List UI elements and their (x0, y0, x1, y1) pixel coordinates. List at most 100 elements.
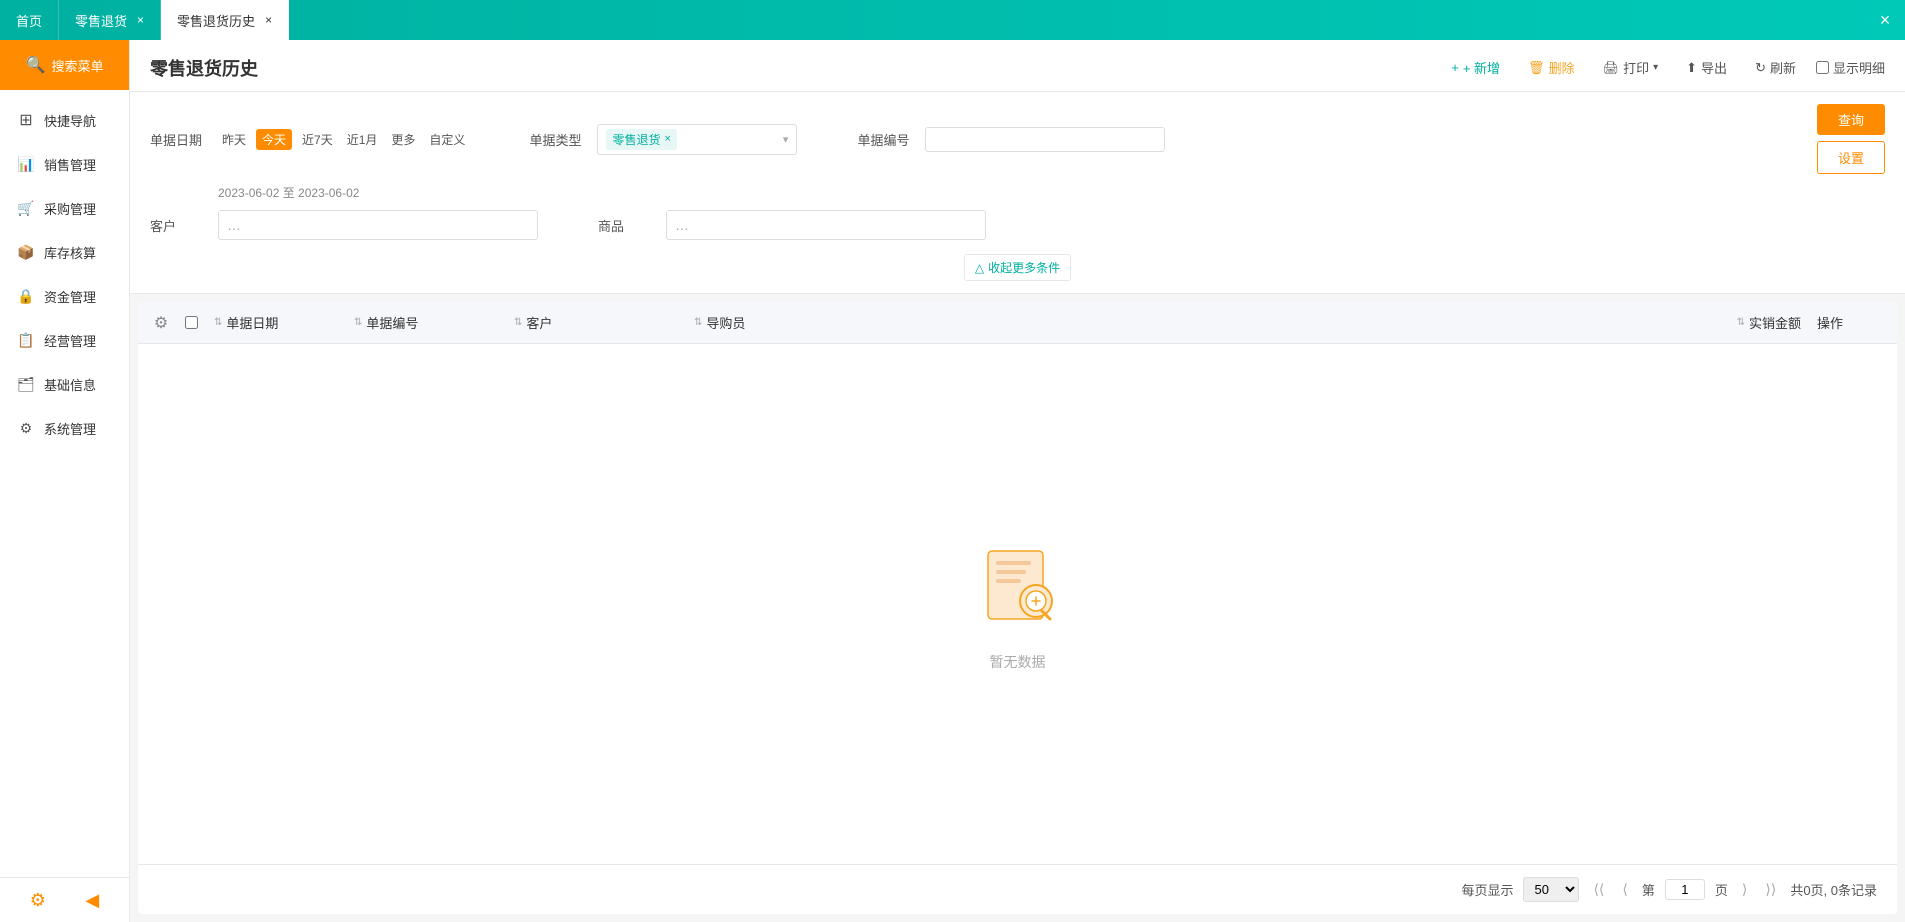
sidebar-item-quick-nav[interactable]: ⊞ 快捷导航 (0, 98, 129, 142)
print-icon: 🖨 (1603, 60, 1620, 76)
th-billno[interactable]: ⇅ 单据编号 (346, 313, 506, 332)
select-all-checkbox[interactable] (185, 316, 198, 329)
sidebar-item-sales-mgmt[interactable]: 📊 销售管理 (0, 142, 129, 186)
table-select-all[interactable] (176, 316, 206, 329)
page-header: 零售退货历史 + + 新增 🗑 删除 🖨 打印 ▾ ⬆ 导出 (130, 40, 1905, 92)
page-prev-button[interactable]: ⟨ (1618, 879, 1631, 900)
page-title: 零售退货历史 (150, 55, 258, 81)
sidebar-search-label: 搜索菜单 (51, 56, 103, 75)
tab-retail-return-history-label: 零售退货历史 (177, 11, 255, 30)
filter-row-1: 单据日期 昨天 今天 近7天 近1月 更多 自定义 单据类型 (150, 104, 1885, 174)
bill-type-tag: 零售退货 × (606, 129, 676, 150)
content-area: 零售退货历史 + + 新增 🗑 删除 🖨 打印 ▾ ⬆ 导出 (130, 40, 1905, 922)
delete-button[interactable]: 🗑 删除 (1520, 54, 1583, 81)
date-shortcut-1month[interactable]: 近1月 (343, 129, 382, 150)
collapse-label: 收起更多条件 (988, 259, 1060, 276)
date-shortcut-today[interactable]: 今天 (256, 129, 292, 150)
sidebar-menu: ⊞ 快捷导航 📊 销售管理 🛒 采购管理 📦 库存核算 🔒 资金管理 📋 (0, 90, 129, 877)
new-button[interactable]: + + 新增 (1443, 54, 1508, 81)
sidebar-item-system-mgmt[interactable]: ⚙ 系统管理 (0, 406, 129, 450)
date-shortcuts: 昨天 今天 近7天 近1月 更多 自定义 (218, 129, 469, 150)
sort-amount-icon: ⇅ (1737, 317, 1745, 328)
bill-no-label: 单据编号 (857, 130, 917, 149)
print-label: 打印 (1623, 58, 1649, 77)
date-shortcut-yesterday[interactable]: 昨天 (218, 129, 250, 150)
th-customer[interactable]: ⇅ 客户 (506, 313, 686, 332)
print-dropdown-icon: ▾ (1653, 62, 1658, 73)
goods-label: 商品 (598, 216, 658, 235)
window-close-button[interactable]: × (1865, 0, 1905, 40)
th-date[interactable]: ⇅ 单据日期 (206, 313, 346, 332)
date-filter-label: 单据日期 (150, 130, 210, 149)
tab-retail-return[interactable]: 零售退货 × (59, 0, 161, 40)
show-detail-label-text: 显示明细 (1833, 58, 1885, 77)
refresh-label: 刷新 (1770, 58, 1796, 77)
tab-retail-return-close[interactable]: × (137, 13, 144, 27)
bill-type-tag-value: 零售退货 (612, 131, 660, 148)
sidebar-item-operations[interactable]: 📋 经营管理 (0, 318, 129, 362)
page-number-input[interactable] (1665, 879, 1705, 900)
th-customer-label: 客户 (526, 313, 552, 332)
setting-button[interactable]: 设置 (1817, 141, 1885, 174)
empty-state: 暂无数据 (138, 344, 1897, 864)
table-container: ⚙ ⇅ 单据日期 ⇅ 单据编号 ⇅ 客户 ⇅ (138, 302, 1897, 914)
table-settings-button[interactable]: ⚙ (146, 313, 176, 333)
th-amount[interactable]: ⇅ 实销金额 (1689, 313, 1809, 332)
search-icon: 🔍 (26, 55, 46, 75)
sidebar: 🔍 搜索菜单 ⊞ 快捷导航 📊 销售管理 🛒 采购管理 📦 库存核算 🔒 (0, 40, 130, 922)
finance-icon: 🔒 (16, 286, 36, 306)
query-button[interactable]: 查询 (1817, 104, 1885, 135)
page-last-button[interactable]: ⟩⟩ (1761, 879, 1780, 900)
bill-type-select[interactable]: 零售退货 × ▾ (597, 124, 797, 155)
sidebar-item-inventory[interactable]: 📦 库存核算 (0, 230, 129, 274)
customer-input[interactable]: … (218, 210, 538, 240)
th-guide-label: 导购员 (706, 313, 745, 332)
filter-area: 单据日期 昨天 今天 近7天 近1月 更多 自定义 单据类型 (130, 92, 1905, 294)
th-amount-label: 实销金额 (1749, 313, 1801, 332)
show-detail-toggle[interactable]: 显示明细 (1816, 58, 1885, 77)
tab-home-label: 首页 (16, 11, 42, 30)
bill-no-input[interactable] (925, 127, 1165, 152)
sales-mgmt-icon: 📊 (16, 154, 36, 174)
delete-icon: 🗑 (1528, 60, 1545, 76)
query-setting-group: 查询 设置 (1817, 104, 1885, 174)
bill-type-filter: 单据类型 零售退货 × ▾ (529, 124, 797, 155)
inventory-icon: 📦 (16, 242, 36, 262)
page-summary: 共0页, 0条记录 (1790, 880, 1877, 899)
date-shortcut-custom[interactable]: 自定义 (425, 129, 469, 150)
per-page-label: 每页显示 (1461, 880, 1513, 899)
goods-input[interactable]: … (666, 210, 986, 240)
date-shortcut-more[interactable]: 更多 (387, 129, 419, 150)
th-billno-label: 单据编号 (366, 313, 418, 332)
th-action-label: 操作 (1817, 313, 1843, 332)
export-button[interactable]: ⬆ 导出 (1678, 54, 1735, 81)
sidebar-search[interactable]: 🔍 搜索菜单 (0, 40, 129, 90)
customer-filter: 客户 … (150, 210, 538, 240)
sidebar-item-purchase-mgmt-label: 采购管理 (44, 199, 96, 218)
page-label: 第 (1642, 880, 1655, 899)
page-unit: 页 (1715, 880, 1728, 899)
sidebar-item-basic-info[interactable]: 🗂 基础信息 (0, 362, 129, 406)
th-date-label: 单据日期 (226, 313, 278, 332)
toolbar: + + 新增 🗑 删除 🖨 打印 ▾ ⬆ 导出 ↻ (1443, 54, 1885, 81)
sidebar-settings-button[interactable]: ⚙ (30, 890, 46, 911)
sidebar-collapse-button[interactable]: ◀ (85, 890, 99, 911)
per-page-select[interactable]: 50 20 100 (1523, 877, 1579, 902)
show-detail-checkbox[interactable] (1816, 61, 1829, 74)
main-layout: 🔍 搜索菜单 ⊞ 快捷导航 📊 销售管理 🛒 采购管理 📦 库存核算 🔒 (0, 40, 1905, 922)
date-shortcut-7days[interactable]: 近7天 (298, 129, 337, 150)
tab-retail-return-history[interactable]: 零售退货历史 × (161, 0, 289, 40)
page-first-button[interactable]: ⟨⟨ (1589, 879, 1608, 900)
tab-home[interactable]: 首页 (0, 0, 59, 40)
bill-type-tag-close[interactable]: × (664, 133, 670, 145)
page-next-button[interactable]: ⟩ (1738, 879, 1751, 900)
tab-retail-return-history-close[interactable]: × (265, 13, 272, 27)
collapse-button[interactable]: △ 收起更多条件 (964, 254, 1071, 281)
sidebar-item-finance[interactable]: 🔒 资金管理 (0, 274, 129, 318)
refresh-button[interactable]: ↻ 刷新 (1747, 54, 1804, 81)
sidebar-item-purchase-mgmt[interactable]: 🛒 采购管理 (0, 186, 129, 230)
pagination: 每页显示 50 20 100 ⟨⟨ ⟨ 第 页 ⟩ ⟩⟩ 共0页, 0条记录 (138, 864, 1897, 914)
th-guide[interactable]: ⇅ 导购员 (686, 313, 1689, 332)
print-button[interactable]: 🖨 打印 ▾ (1595, 54, 1667, 81)
sidebar-item-quick-nav-label: 快捷导航 (44, 111, 96, 130)
